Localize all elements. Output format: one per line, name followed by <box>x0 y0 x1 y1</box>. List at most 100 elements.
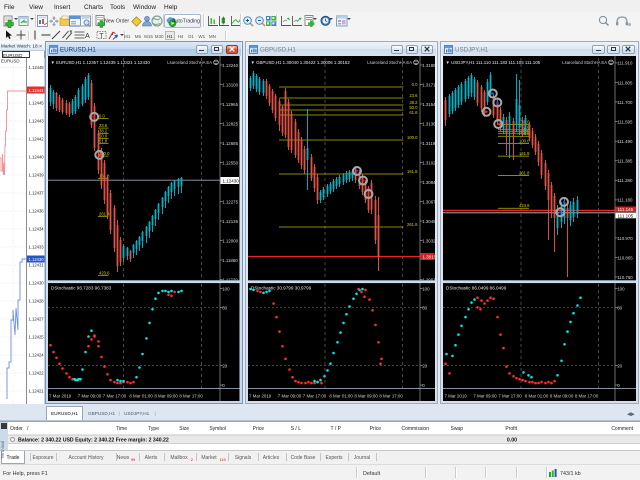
svg-text:Lsarceland StochHA EA: Lsarceland StochHA EA <box>367 60 412 65</box>
svg-text:Help: Help <box>164 4 178 11</box>
svg-text:1.12550: 1.12550 <box>222 160 238 165</box>
svg-text:7 Mar 09:00: 7 Mar 09:00 <box>78 394 102 399</box>
svg-text:Insert: Insert <box>54 4 70 11</box>
svg-text:1.12421: 1.12421 <box>29 389 45 394</box>
svg-text:1.12135: 1.12135 <box>222 219 238 224</box>
svg-text:Exposure: Exposure <box>32 455 53 461</box>
svg-text:▼ USDJPY,H1 111.110 111.183 1: ▼ USDJPY,H1 111.110 111.183 111.105 111.… <box>445 60 540 65</box>
svg-text:1.30320: 1.30320 <box>422 238 435 243</box>
svg-text:1.30152: 1.30152 <box>422 254 435 259</box>
svg-text:|: | <box>119 411 120 416</box>
svg-text:Swap: Swap <box>450 426 463 432</box>
svg-text:1.11860: 1.11860 <box>222 258 238 263</box>
svg-text:D1: D1 <box>188 34 194 39</box>
svg-text:Mailbox: Mailbox <box>170 455 188 461</box>
svg-text:7 Mar 09:00: 7 Mar 09:00 <box>473 394 497 399</box>
svg-text:Experts: Experts <box>326 455 343 461</box>
svg-text:1.31715: 1.31715 <box>422 82 435 87</box>
svg-text:20: 20 <box>617 363 622 368</box>
svg-text:Trade: Trade <box>7 455 20 461</box>
svg-text:7 Mar 17:00: 7 Mar 17:00 <box>302 394 326 399</box>
svg-text:100: 100 <box>617 286 625 291</box>
svg-text:261.8: 261.8 <box>99 212 110 217</box>
svg-text:100: 100 <box>222 286 230 291</box>
svg-text:Market Watch: 18:: Market Watch: 18: <box>1 43 39 48</box>
svg-text:1.12424: 1.12424 <box>29 353 45 358</box>
svg-text:Price: Price <box>253 426 265 432</box>
svg-text:261.8: 261.8 <box>519 170 530 175</box>
svg-text:1.13240: 1.13240 <box>222 63 238 68</box>
svg-text:1.12000: 1.12000 <box>222 238 238 243</box>
svg-text:1.12444: 1.12444 <box>29 88 45 93</box>
svg-text:8 Mar 09:00: 8 Mar 09:00 <box>549 394 573 399</box>
svg-text:111.105: 111.105 <box>617 213 633 218</box>
svg-text:110.760: 110.760 <box>617 275 633 280</box>
svg-text:100.0: 100.0 <box>407 135 418 140</box>
svg-text:×: × <box>39 44 42 50</box>
svg-text:743/1 kb: 743/1 kb <box>560 471 581 477</box>
svg-text:8 Mar 09:00: 8 Mar 09:00 <box>154 394 178 399</box>
svg-text:7 Mar 17:00: 7 Mar 17:00 <box>103 394 127 399</box>
svg-text:1.12825: 1.12825 <box>222 121 238 126</box>
svg-text:AutoTrading: AutoTrading <box>172 19 200 25</box>
svg-text:80: 80 <box>222 305 227 310</box>
svg-text:111.805: 111.805 <box>617 80 633 85</box>
svg-text:DStochastic 30.9799 30.9799: DStochastic 30.9799 30.9799 <box>251 286 312 291</box>
svg-text:A: A <box>85 31 90 40</box>
svg-text:MN: MN <box>209 34 216 39</box>
svg-text:1.31020: 1.31020 <box>422 160 435 165</box>
svg-text:111.385: 111.385 <box>617 159 633 164</box>
svg-text:1.12430: 1.12430 <box>29 257 45 262</box>
svg-text:0.0: 0.0 <box>411 82 417 87</box>
svg-text:Symbol: Symbol <box>209 426 226 432</box>
svg-text:1.30495: 1.30495 <box>422 219 435 224</box>
svg-text:Account History: Account History <box>68 455 104 461</box>
svg-text:Lsarceland StochHA EA: Lsarceland StochHA EA <box>167 60 212 65</box>
svg-text:1.12428: 1.12428 <box>29 299 45 304</box>
svg-text:M15: M15 <box>144 34 153 39</box>
svg-text:23.6: 23.6 <box>99 123 108 128</box>
svg-text:1.31195: 1.31195 <box>422 141 435 146</box>
svg-text:20: 20 <box>422 363 427 368</box>
svg-text:111.700: 111.700 <box>617 100 633 105</box>
svg-text:110.865: 110.865 <box>617 255 633 260</box>
svg-text:1.12965: 1.12965 <box>222 102 238 107</box>
svg-text:Profit: Profit <box>505 426 517 432</box>
svg-text:EURUSD: EURUSD <box>3 53 23 58</box>
svg-text:1.12448: 1.12448 <box>29 65 45 70</box>
svg-text:For Help, press F1: For Help, press F1 <box>3 471 48 477</box>
svg-text:100: 100 <box>422 286 430 291</box>
svg-text:M1: M1 <box>124 34 131 39</box>
svg-text:110.970: 110.970 <box>617 236 633 241</box>
svg-text:Tools: Tools <box>110 4 126 11</box>
svg-text:T / P: T / P <box>331 426 342 432</box>
svg-text:99: 99 <box>131 458 135 462</box>
svg-text:1.12430: 1.12430 <box>29 281 45 286</box>
svg-text:Default: Default <box>363 471 381 477</box>
svg-text:100.0: 100.0 <box>519 138 530 143</box>
svg-text:▼ EURUSD,H1 1.12357 1.12439 1: ▼ EURUSD,H1 1.12357 1.12439 1.12321 1.12… <box>51 60 151 65</box>
svg-text:T: T <box>99 33 104 40</box>
svg-text:1.12275: 1.12275 <box>222 199 238 204</box>
svg-text:7 Mar 2019: 7 Mar 2019 <box>444 394 467 399</box>
svg-text:|: | <box>155 411 156 416</box>
svg-text:Size: Size <box>179 426 189 432</box>
svg-text:S / L: S / L <box>291 426 302 432</box>
svg-text:111.280: 111.280 <box>617 178 633 183</box>
svg-text:1.30670: 1.30670 <box>422 199 435 204</box>
svg-text:1.12685: 1.12685 <box>222 141 238 146</box>
svg-text:80: 80 <box>422 305 427 310</box>
svg-text:1.12422: 1.12422 <box>29 371 45 376</box>
svg-text:1.13100: 1.13100 <box>222 82 238 87</box>
svg-text:M30: M30 <box>155 34 164 39</box>
svg-text:0.0: 0.0 <box>99 114 105 119</box>
svg-text:DStochastic 96.7283 96.7383: DStochastic 96.7283 96.7383 <box>51 286 112 291</box>
svg-text:W1: W1 <box>199 34 206 39</box>
svg-text:2: 2 <box>191 458 193 462</box>
svg-text:1.12437: 1.12437 <box>29 191 45 196</box>
svg-text:GBPUSD,H1: GBPUSD,H1 <box>88 411 115 416</box>
svg-text:23.6: 23.6 <box>409 93 418 98</box>
svg-text:111.910: 111.910 <box>617 61 633 66</box>
svg-text:1.12431: 1.12431 <box>29 263 45 268</box>
svg-text:/: / <box>27 426 29 432</box>
